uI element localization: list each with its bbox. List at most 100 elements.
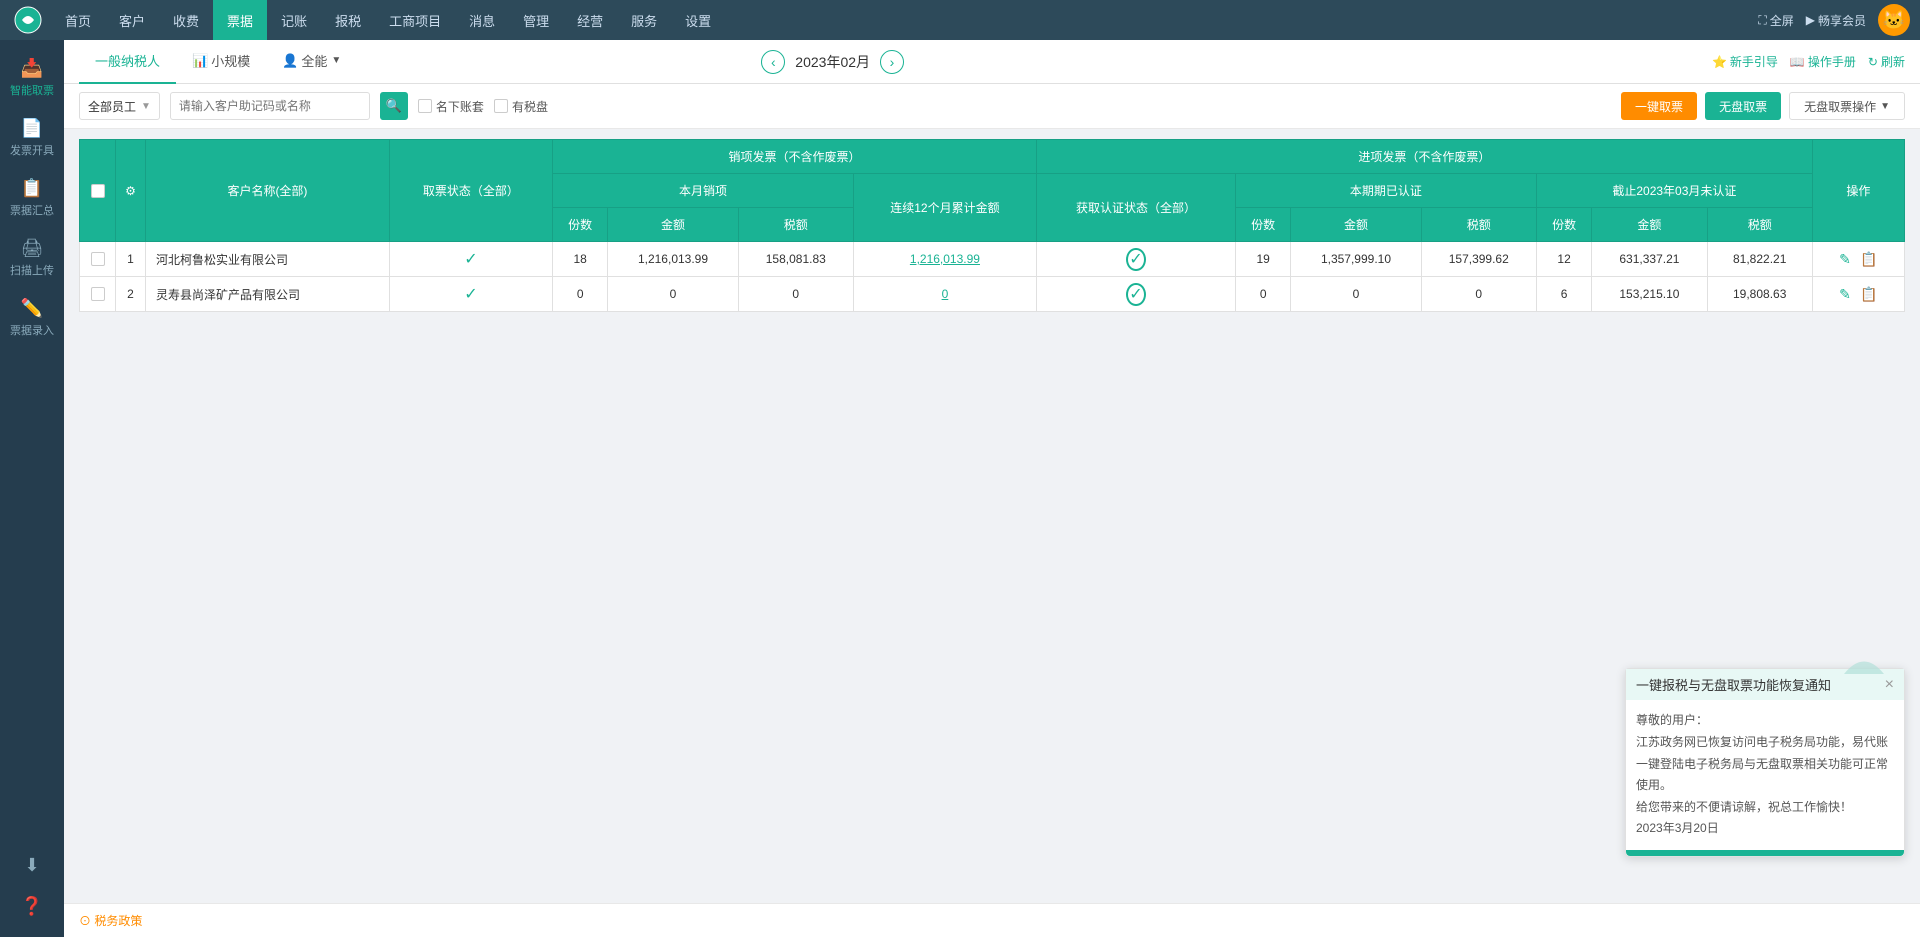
tax-disk-check-box[interactable] [494,99,508,113]
notification-scroll-bar[interactable] [1626,850,1904,856]
header-sales-tax: 税额 [738,208,853,242]
take-status-icon-1: ✓ [464,286,477,303]
small-scale-icon: 📊 [192,53,208,69]
tax-policy-button[interactable]: ⊙ 税务政策 [79,912,142,929]
header-cert-count: 份数 [1235,208,1290,242]
sidebar: 📥 智能取票 📄 发票开具 📋 票据汇总 🖨 扫描上传 ✏️ 票据录入 [0,40,64,937]
header-cert-status: 获取认证状态（全部） [1036,174,1235,242]
nav-manage[interactable]: 管理 [509,0,563,40]
toolbar: 全部员工 ▼ 🔍 名下账套 有税盘 一键取票 [64,84,1920,129]
one-click-take-button[interactable]: 一键取票 [1621,92,1697,120]
header-checkbox-col [80,140,116,242]
member-icon: ▶ [1806,13,1815,27]
row-checkbox-0[interactable] [80,242,116,277]
account-set-check-box[interactable] [418,99,432,113]
nav-operation[interactable]: 经营 [563,0,617,40]
setting-icon[interactable]: ⚙ [125,184,136,198]
current-month: 2023年02月 [795,52,870,72]
row-in-amount-0: 1,357,999.10 [1291,242,1421,277]
row-sales-amount-0: 1,216,013.99 [608,242,738,277]
cumulative-link-1[interactable]: 0 [942,287,949,301]
row-check-1[interactable] [91,287,105,301]
main-table: ⚙ 客户名称(全部) 取票状态（全部） 销项发票（不含作废票） 进项发票（不含作… [79,139,1905,312]
header-monthly-sales: 本月销项 [552,174,853,208]
tab-small-scale[interactable]: 📊 小规模 [176,40,266,84]
row-customer-name-0: 河北柯鲁松实业有限公司 [146,242,390,277]
view-icon-0[interactable]: 📋 [1860,251,1877,267]
table-row: 2 灵寿县尚泽矿产品有限公司 ✓ 0 0 0 0 ✓ 0 0 0 6 153,2… [80,277,1905,312]
nav-home[interactable]: 首页 [51,0,105,40]
download-icon: ⬇ [24,855,39,876]
cumulative-link-0[interactable]: 1,216,013.99 [910,252,980,266]
nav-message[interactable]: 消息 [455,0,509,40]
search-button[interactable]: 🔍 [380,92,408,120]
guide-button[interactable]: ⭐ 新手引导 [1712,53,1778,70]
sidebar-item-download[interactable]: ⬇ [21,845,43,886]
select-chevron-icon: ▼ [141,101,151,112]
row-sales-count-0: 18 [552,242,607,277]
help-icon: ❓ [21,896,43,917]
row-checkbox-1[interactable] [80,277,116,312]
scan-upload-icon: 🖨 [21,238,44,259]
row-num-1: 2 [116,277,146,312]
view-icon-1[interactable]: 📋 [1860,286,1877,302]
manual-button[interactable]: 📖 操作手册 [1790,53,1856,70]
tab-all-capable[interactable]: 👤 全能 ▼ [266,40,357,84]
sidebar-item-help[interactable]: ❓ [21,886,43,927]
row-in-count-0: 19 [1235,242,1290,277]
sidebar-item-invoice-entry[interactable]: ✏️ 票据录入 [0,288,64,348]
sub-tabs-actions: ⭐ 新手引导 📖 操作手册 ↻ 刷新 [1712,53,1905,70]
nav-settings[interactable]: 设置 [671,0,725,40]
row-action-1: ✎ 📋 [1812,277,1904,312]
no-disk-ops-button[interactable]: 无盘取票操作 ▼ [1789,92,1905,120]
table-row: 1 河北柯鲁松实业有限公司 ✓ 18 1,216,013.99 158,081.… [80,242,1905,277]
row-cert-status-icon-0: ✓ [1036,242,1235,277]
refresh-button[interactable]: ↻ 刷新 [1868,53,1905,70]
row-cumulative-0: 1,216,013.99 [853,242,1036,277]
account-set-checkbox[interactable]: 名下账套 [418,98,484,115]
header-cumulative: 连续12个月累计金额 [853,174,1036,242]
invoice-issue-icon: 📄 [21,118,43,139]
smart-ticket-icon: 📥 [21,58,43,79]
member-button[interactable]: ▶ 畅享会员 [1806,12,1866,29]
tax-disk-checkbox[interactable]: 有税盘 [494,98,548,115]
nav-invoice[interactable]: 票据 [213,0,267,40]
nav-items: 首页 客户 收费 票据 记账 报税 工商项目 消息 管理 经营 服务 设置 [51,0,1758,40]
customer-search-input[interactable] [179,99,361,113]
nav-customer[interactable]: 客户 [105,0,159,40]
user-avatar[interactable]: 🐱 [1878,4,1910,36]
nav-service[interactable]: 服务 [617,0,671,40]
sidebar-item-smart-ticket[interactable]: 📥 智能取票 [0,48,64,108]
month-navigation: ‹ 2023年02月 › [761,50,904,74]
notification-body: 尊敬的用户： 江苏政务网已恢复访问电子税务局功能，易代账一键登陆电子税务局与无盘… [1626,700,1904,850]
tab-general-taxpayer[interactable]: 一般纳税人 [79,40,176,84]
no-disk-take-button[interactable]: 无盘取票 [1705,92,1781,120]
next-month-button[interactable]: › [880,50,904,74]
edit-icon-0[interactable]: ✎ [1839,251,1851,267]
row-customer-name-1: 灵寿县尚泽矿产品有限公司 [146,277,390,312]
employee-select[interactable]: 全部员工 ▼ [79,92,160,120]
prev-month-button[interactable]: ‹ [761,50,785,74]
sidebar-item-invoice-summary[interactable]: 📋 票据汇总 [0,168,64,228]
select-all-checkbox[interactable] [91,184,105,198]
nav-fee[interactable]: 收费 [159,0,213,40]
nav-tax[interactable]: 报税 [321,0,375,40]
header-take-status: 取票状态（全部） [389,140,552,242]
notification-popup: 一键报税与无盘取票功能恢复通知 × 尊敬的用户： 江苏政务网已恢复访问电子税务局… [1625,668,1905,857]
chevron-down-icon: ▼ [331,55,341,66]
sidebar-item-invoice-issue[interactable]: 📄 发票开具 [0,108,64,168]
row-check-0[interactable] [91,252,105,266]
sidebar-item-scan-upload[interactable]: 🖨 扫描上传 [0,228,64,288]
nav-business[interactable]: 工商项目 [375,0,455,40]
notification-close-button[interactable]: × [1885,676,1894,694]
header-sales-amount: 金额 [608,208,738,242]
header-customer-name: 客户名称(全部) [146,140,390,242]
header-uncert-amount: 金额 [1592,208,1707,242]
row-in-tax-1: 0 [1421,277,1536,312]
row-num-0: 1 [116,242,146,277]
fullscreen-button[interactable]: ⛶ 全屏 [1758,12,1793,29]
edit-icon-1[interactable]: ✎ [1839,286,1851,302]
row-sales-count-1: 0 [552,277,607,312]
nav-bookkeeping[interactable]: 记账 [267,0,321,40]
row-in-tax-0: 157,399.62 [1421,242,1536,277]
